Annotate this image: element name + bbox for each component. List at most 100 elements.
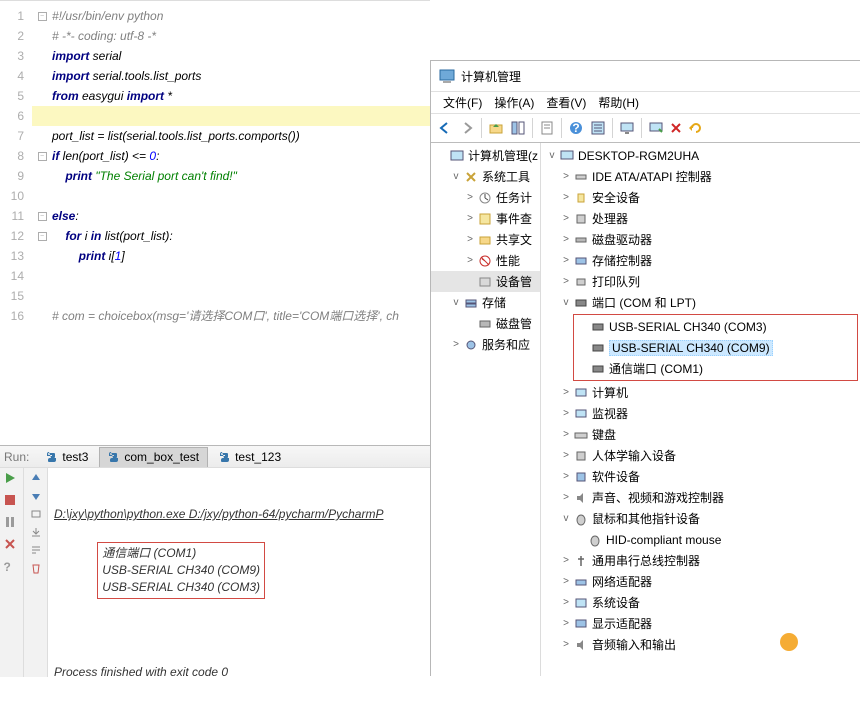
tree-item[interactable]: >监视器	[541, 403, 860, 424]
code-area[interactable]: #!/usr/bin/env python# -*- coding: utf-8…	[52, 6, 399, 326]
tree-item[interactable]: >键盘	[541, 424, 860, 445]
tree-item[interactable]: >存储控制器	[541, 250, 860, 271]
python-icon	[46, 451, 58, 463]
run-down-icon[interactable]	[30, 490, 42, 502]
chevron-right-icon[interactable]: >	[559, 276, 573, 287]
fold-gutter[interactable]: −−−−	[32, 6, 52, 326]
tree-item[interactable]: >磁盘驱动器	[541, 229, 860, 250]
chevron-right-icon[interactable]: >	[559, 255, 573, 266]
tree-item[interactable]: >事件查	[431, 208, 540, 229]
chevron-right-icon[interactable]: >	[559, 408, 573, 419]
mgmt-right-tree[interactable]: v DESKTOP-RGM2UHA >IDE ATA/ATAPI 控制器>安全设…	[541, 143, 860, 676]
code-editor[interactable]: 12345678910111213141516 −−−− #!/usr/bin/…	[0, 0, 430, 445]
tree-item[interactable]: HID-compliant mouse	[541, 529, 860, 550]
menu-view[interactable]: 查看(V)	[542, 92, 590, 113]
tree-item[interactable]: >安全设备	[541, 187, 860, 208]
run-output[interactable]: D:\jxy\python\python.exe D:/jxy/python-6…	[48, 468, 389, 677]
chevron-right-icon[interactable]: >	[559, 213, 573, 224]
tree-item[interactable]: >系统设备	[541, 592, 860, 613]
tree-item[interactable]: 磁盘管	[431, 313, 540, 334]
up-folder-icon[interactable]	[488, 120, 504, 136]
tree-item[interactable]: >IDE ATA/ATAPI 控制器	[541, 166, 860, 187]
mgmt-titlebar[interactable]: 计算机管理	[431, 61, 860, 91]
tree-item[interactable]: v鼠标和其他指针设备	[541, 508, 860, 529]
network-icon	[573, 574, 589, 590]
run-export-icon[interactable]	[30, 526, 42, 538]
details-icon[interactable]	[590, 120, 606, 136]
ports-category[interactable]: v 端口 (COM 和 LPT)	[541, 292, 860, 313]
chevron-down-icon[interactable]: v	[559, 297, 573, 308]
refresh-icon[interactable]	[688, 120, 704, 136]
run-up-icon[interactable]	[30, 472, 42, 484]
tree-item[interactable]: >处理器	[541, 208, 860, 229]
tree-item[interactable]: >软件设备	[541, 466, 860, 487]
run-pause-icon[interactable]	[4, 516, 20, 532]
mgmt-left-tree[interactable]: 计算机管理(zv系统工具>任务计>事件查>共享文>性能设备管v存储磁盘管>服务和…	[431, 143, 541, 676]
chevron-right-icon[interactable]: >	[559, 597, 573, 608]
port-item[interactable]: USB-SERIAL CH340 (COM9)	[574, 337, 857, 358]
show-hide-icon[interactable]	[510, 120, 526, 136]
chevron-right-icon[interactable]: >	[559, 471, 573, 482]
chevron-right-icon[interactable]: >	[559, 492, 573, 503]
chevron-right-icon[interactable]: >	[559, 234, 573, 245]
menu-file[interactable]: 文件(F)	[439, 92, 486, 113]
chevron-down-icon[interactable]: v	[559, 513, 573, 524]
tree-item[interactable]: >计算机	[541, 382, 860, 403]
chevron-right-icon[interactable]: >	[449, 339, 463, 350]
help-icon[interactable]: ?	[568, 120, 584, 136]
run-wrap-icon[interactable]	[30, 544, 42, 556]
run-stop-icon[interactable]	[4, 494, 20, 510]
chevron-right-icon[interactable]: >	[559, 192, 573, 203]
chevron-right-icon[interactable]: >	[463, 192, 477, 203]
chevron-right-icon[interactable]: >	[463, 234, 477, 245]
chevron-down-icon[interactable]: v	[449, 297, 463, 308]
tree-item[interactable]: >服务和应	[431, 334, 540, 355]
monitor-icon[interactable]	[619, 120, 635, 136]
run-tab[interactable]: com_box_test	[99, 447, 208, 467]
chevron-down-icon[interactable]: v	[545, 150, 559, 161]
run-tab[interactable]: test_123	[210, 447, 290, 467]
chevron-right-icon[interactable]: >	[559, 429, 573, 440]
chevron-right-icon[interactable]: >	[559, 576, 573, 587]
run-play-icon[interactable]	[4, 472, 20, 488]
tree-item[interactable]: >打印队列	[541, 271, 860, 292]
tree-item[interactable]: 计算机管理(z	[431, 145, 540, 166]
properties-icon[interactable]	[539, 120, 555, 136]
tree-item[interactable]: v存储	[431, 292, 540, 313]
chevron-right-icon[interactable]: >	[559, 555, 573, 566]
port-item[interactable]: USB-SERIAL CH340 (COM3)	[574, 316, 857, 337]
chevron-right-icon[interactable]: >	[559, 450, 573, 461]
back-icon[interactable]	[437, 120, 453, 136]
tree-item[interactable]: >网络适配器	[541, 571, 860, 592]
tree-item[interactable]: >人体学输入设备	[541, 445, 860, 466]
tree-item[interactable]: >显示适配器	[541, 613, 860, 634]
tree-item[interactable]: 设备管	[431, 271, 540, 292]
tree-item[interactable]: >共享文	[431, 229, 540, 250]
tree-item[interactable]: v系统工具	[431, 166, 540, 187]
tree-item[interactable]: >性能	[431, 250, 540, 271]
tree-item[interactable]: >声音、视频和游戏控制器	[541, 487, 860, 508]
scan-icon[interactable]	[648, 120, 664, 136]
run-print-icon[interactable]	[30, 508, 42, 520]
chevron-right-icon[interactable]: >	[463, 255, 477, 266]
run-trash-icon[interactable]	[30, 562, 42, 574]
port-item[interactable]: 通信端口 (COM1)	[574, 358, 857, 379]
device-root[interactable]: v DESKTOP-RGM2UHA	[541, 145, 860, 166]
mgmt-menubar[interactable]: 文件(F) 操作(A) 查看(V) 帮助(H)	[431, 91, 860, 113]
tree-item[interactable]: >通用串行总线控制器	[541, 550, 860, 571]
chevron-right-icon[interactable]: >	[559, 387, 573, 398]
remove-icon[interactable]	[670, 122, 682, 134]
tree-item[interactable]: >任务计	[431, 187, 540, 208]
chevron-right-icon[interactable]: >	[559, 171, 573, 182]
chevron-right-icon[interactable]: >	[463, 213, 477, 224]
menu-action[interactable]: 操作(A)	[490, 92, 538, 113]
chevron-right-icon[interactable]: >	[559, 639, 573, 650]
chevron-right-icon[interactable]: >	[559, 618, 573, 629]
chevron-down-icon[interactable]: v	[449, 171, 463, 182]
run-help-icon[interactable]: ?	[4, 560, 20, 576]
run-toolbar-left: ?	[0, 468, 24, 677]
forward-icon[interactable]	[459, 120, 475, 136]
menu-help[interactable]: 帮助(H)	[594, 92, 643, 113]
run-tab[interactable]: test3	[37, 447, 97, 467]
run-close-icon[interactable]	[4, 538, 20, 554]
